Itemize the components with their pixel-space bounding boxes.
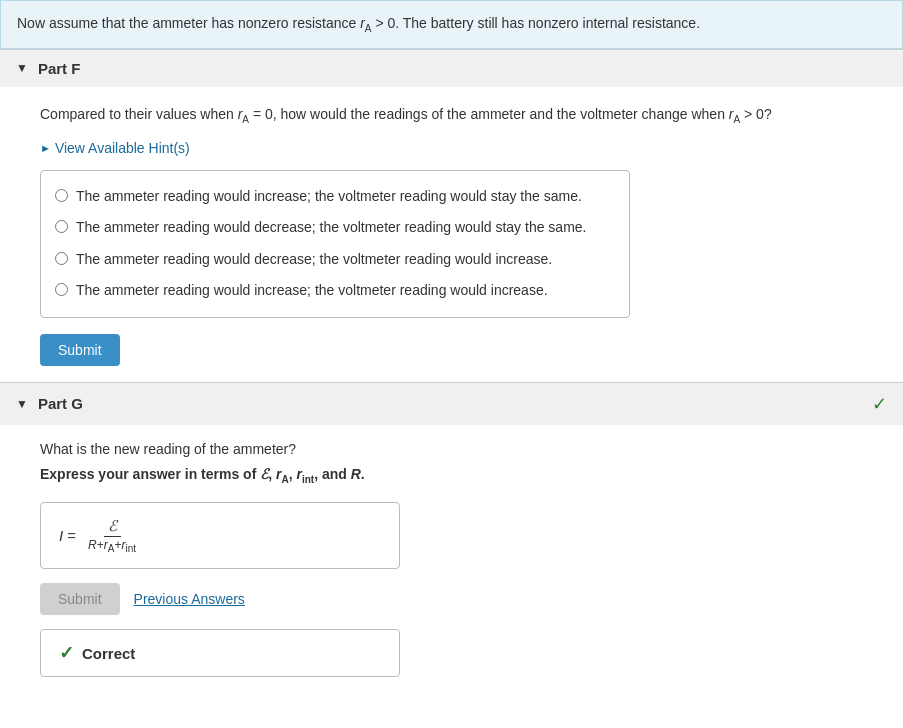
hint-arrow-icon: ► xyxy=(40,142,51,154)
part-f-arrow: ▼ xyxy=(16,61,28,75)
formula-prefix: I = xyxy=(59,527,76,544)
info-box: Now assume that the ammeter has nonzero … xyxy=(0,0,903,49)
hint-label: View Available Hint(s) xyxy=(55,140,190,156)
choice-item-4: The ammeter reading would increase; the … xyxy=(55,275,615,307)
view-hints-link[interactable]: ► View Available Hint(s) xyxy=(40,140,863,156)
choice-radio-1[interactable] xyxy=(55,189,68,202)
correct-box: ✓ Correct xyxy=(40,629,400,677)
choice-item-1: The ammeter reading would increase; the … xyxy=(55,181,615,213)
choice-item-2: The ammeter reading would decrease; the … xyxy=(55,212,615,244)
part-f-label: Part F xyxy=(38,60,81,77)
formula-fraction: ℰ R+rA+rint xyxy=(84,517,140,554)
action-row: Submit Previous Answers xyxy=(40,583,863,615)
part-g-check-icon: ✓ xyxy=(872,393,887,415)
choice-radio-2[interactable] xyxy=(55,220,68,233)
part-g-express: Express your answer in terms of ℰ, rA, r… xyxy=(40,463,863,488)
part-g-submit-button: Submit xyxy=(40,583,120,615)
correct-label: Correct xyxy=(82,645,135,662)
part-f-section: ▼ Part F Compared to their values when r… xyxy=(0,49,903,382)
part-f-body: Compared to their values when rA = 0, ho… xyxy=(0,87,903,382)
part-f-question: Compared to their values when rA = 0, ho… xyxy=(40,103,863,128)
choices-box: The ammeter reading would increase; the … xyxy=(40,170,630,318)
part-g-body: What is the new reading of the ammeter? … xyxy=(0,425,903,693)
formula-numerator: ℰ xyxy=(104,517,121,537)
part-g-question: What is the new reading of the ammeter? xyxy=(40,441,863,457)
formula-denominator: R+rA+rint xyxy=(84,537,140,554)
choice-radio-3[interactable] xyxy=(55,252,68,265)
choice-label-1: The ammeter reading would increase; the … xyxy=(76,187,582,207)
part-g-header[interactable]: ▼ Part G ✓ xyxy=(0,383,903,425)
choice-label-4: The ammeter reading would increase; the … xyxy=(76,281,548,301)
choice-label-3: The ammeter reading would decrease; the … xyxy=(76,250,552,270)
part-f-header[interactable]: ▼ Part F xyxy=(0,50,903,87)
part-g-arrow: ▼ xyxy=(16,397,28,411)
part-g-label: Part G xyxy=(38,395,83,412)
choice-item-3: The ammeter reading would decrease; the … xyxy=(55,244,615,276)
formula-box: I = ℰ R+rA+rint xyxy=(40,502,400,569)
formula-content: I = ℰ R+rA+rint xyxy=(59,517,381,554)
previous-answers-link[interactable]: Previous Answers xyxy=(134,591,245,607)
correct-check-icon: ✓ xyxy=(59,642,74,664)
part-g-section: ▼ Part G ✓ What is the new reading of th… xyxy=(0,382,903,693)
choice-radio-4[interactable] xyxy=(55,283,68,296)
choice-label-2: The ammeter reading would decrease; the … xyxy=(76,218,587,238)
part-f-submit-button[interactable]: Submit xyxy=(40,334,120,366)
